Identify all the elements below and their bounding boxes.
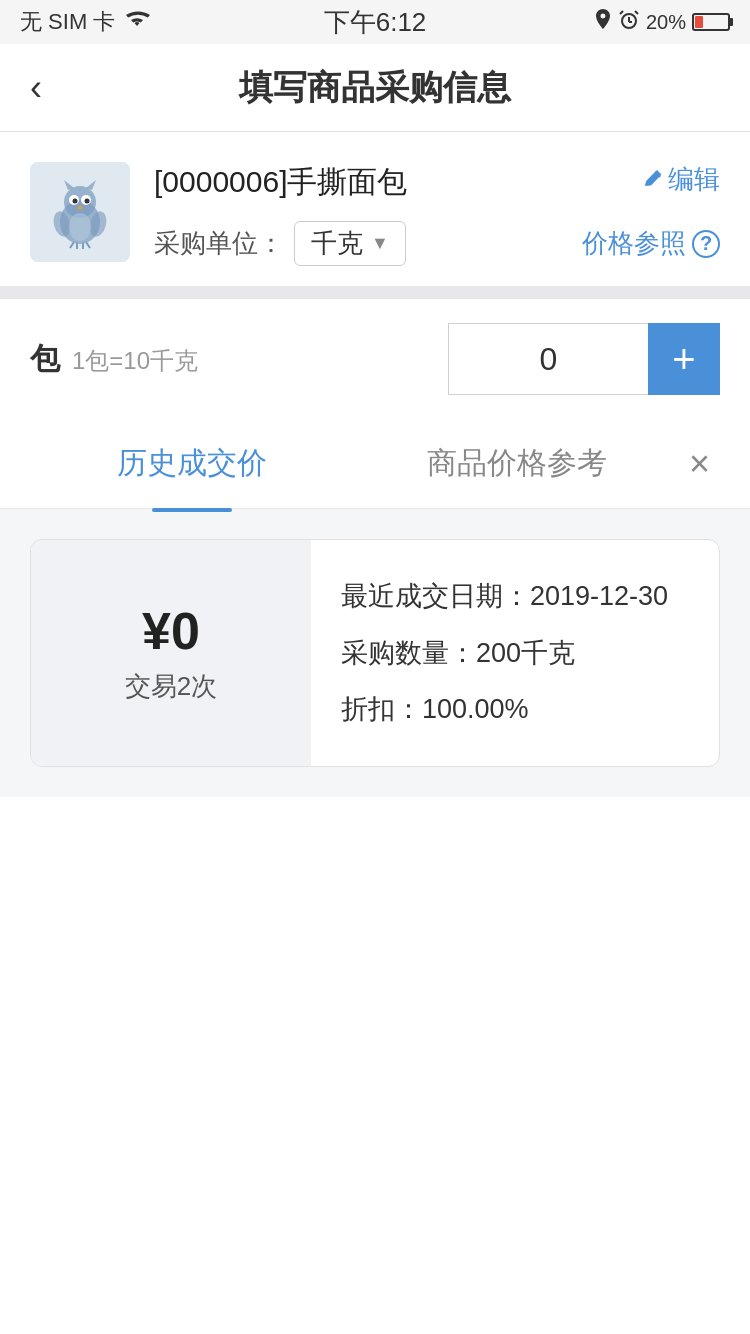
discount-label: 折扣： [341, 694, 422, 724]
svg-line-15 [70, 242, 74, 248]
recent-date-value: 2019-12-30 [530, 581, 668, 611]
location-icon [594, 9, 612, 36]
price-ref-label: 价格参照 [582, 226, 686, 261]
quantity-input[interactable] [448, 323, 648, 395]
product-name: [0000006]手撕面包 [154, 162, 407, 203]
quantity-label-group: 包 1包=10千克 [30, 339, 198, 380]
tab-product-price-reference[interactable]: 商品价格参考 [354, 415, 678, 512]
price-number: 0 [171, 602, 200, 660]
history-price-left: ¥0 交易2次 [31, 540, 311, 766]
svg-line-17 [86, 242, 90, 248]
back-button[interactable]: ‹ [30, 70, 42, 106]
status-bar: 无 SIM 卡 下午6:12 20% [0, 0, 750, 44]
product-unit-row: 采购单位： 千克 ▼ 价格参照 ? [154, 221, 720, 266]
quantity-plus-button[interactable]: + [648, 323, 720, 395]
purchase-quantity: 采购数量：200千克 [341, 633, 689, 674]
unit-label: 采购单位： [154, 226, 284, 261]
quantity-input-group: + [448, 323, 720, 395]
unit-value: 千克 [311, 226, 363, 261]
history-content: ¥0 交易2次 最近成交日期：2019-12-30 采购数量：200千克 折扣：… [0, 509, 750, 797]
quantity-row: 包 1包=10千克 + [0, 299, 750, 419]
section-divider [0, 287, 750, 299]
tabs-header: 历史成交价 商品价格参考 × [0, 419, 750, 509]
battery-percent: 20% [646, 11, 686, 34]
quantity-unit-label: 包 [30, 339, 60, 380]
currency-symbol: ¥ [142, 602, 171, 660]
help-icon: ? [692, 230, 720, 258]
svg-marker-11 [86, 180, 96, 190]
quantity-conversion-hint: 1包=10千克 [72, 345, 198, 377]
purchase-qty-label: 采购数量： [341, 638, 476, 668]
product-logo-svg [40, 172, 120, 252]
wifi-icon [123, 8, 151, 36]
svg-point-8 [85, 199, 90, 204]
edit-label: 编辑 [668, 162, 720, 197]
svg-point-7 [73, 199, 78, 204]
svg-marker-10 [64, 180, 74, 190]
edit-button[interactable]: 编辑 [642, 162, 720, 197]
unit-selector[interactable]: 千克 ▼ [294, 221, 406, 266]
alarm-icon [618, 9, 640, 36]
signal-icon: 无 SIM 卡 [20, 7, 115, 37]
recent-transaction-date: 最近成交日期：2019-12-30 [341, 576, 689, 617]
product-header: [0000006]手撕面包 编辑 [154, 162, 720, 203]
purchase-qty-value: 200千克 [476, 638, 575, 668]
status-time: 下午6:12 [324, 5, 427, 40]
tabs-section: 历史成交价 商品价格参考 × ¥0 交易2次 最近成交日期：2019-12-30… [0, 419, 750, 797]
history-price-right: 最近成交日期：2019-12-30 采购数量：200千克 折扣：100.00% [311, 540, 719, 766]
svg-point-14 [69, 213, 91, 241]
discount-value: 100.00% [422, 694, 529, 724]
page-title: 填写商品采购信息 [239, 65, 511, 111]
transaction-count: 交易2次 [125, 669, 217, 704]
recent-date-label: 最近成交日期： [341, 581, 530, 611]
status-right: 20% [594, 9, 730, 36]
edit-icon [642, 169, 664, 191]
bottom-area [0, 797, 750, 1335]
discount-rate: 折扣：100.00% [341, 689, 689, 730]
product-thumbnail [30, 162, 130, 262]
price-reference-button[interactable]: 价格参照 ? [582, 226, 720, 261]
status-left: 无 SIM 卡 [20, 7, 151, 37]
nav-bar: ‹ 填写商品采购信息 [0, 44, 750, 132]
tab-close-button[interactable]: × [679, 433, 720, 495]
battery-icon [692, 13, 730, 31]
tab-history-price[interactable]: 历史成交价 [30, 415, 354, 512]
product-card: [0000006]手撕面包 编辑 采购单位： 千克 ▼ 价格参照 ? [0, 132, 750, 287]
dropdown-arrow-icon: ▼ [371, 233, 389, 254]
product-info: [0000006]手撕面包 编辑 采购单位： 千克 ▼ 价格参照 ? [154, 162, 720, 266]
history-price-value: ¥0 [142, 601, 200, 661]
history-price-card: ¥0 交易2次 最近成交日期：2019-12-30 采购数量：200千克 折扣：… [30, 539, 720, 767]
